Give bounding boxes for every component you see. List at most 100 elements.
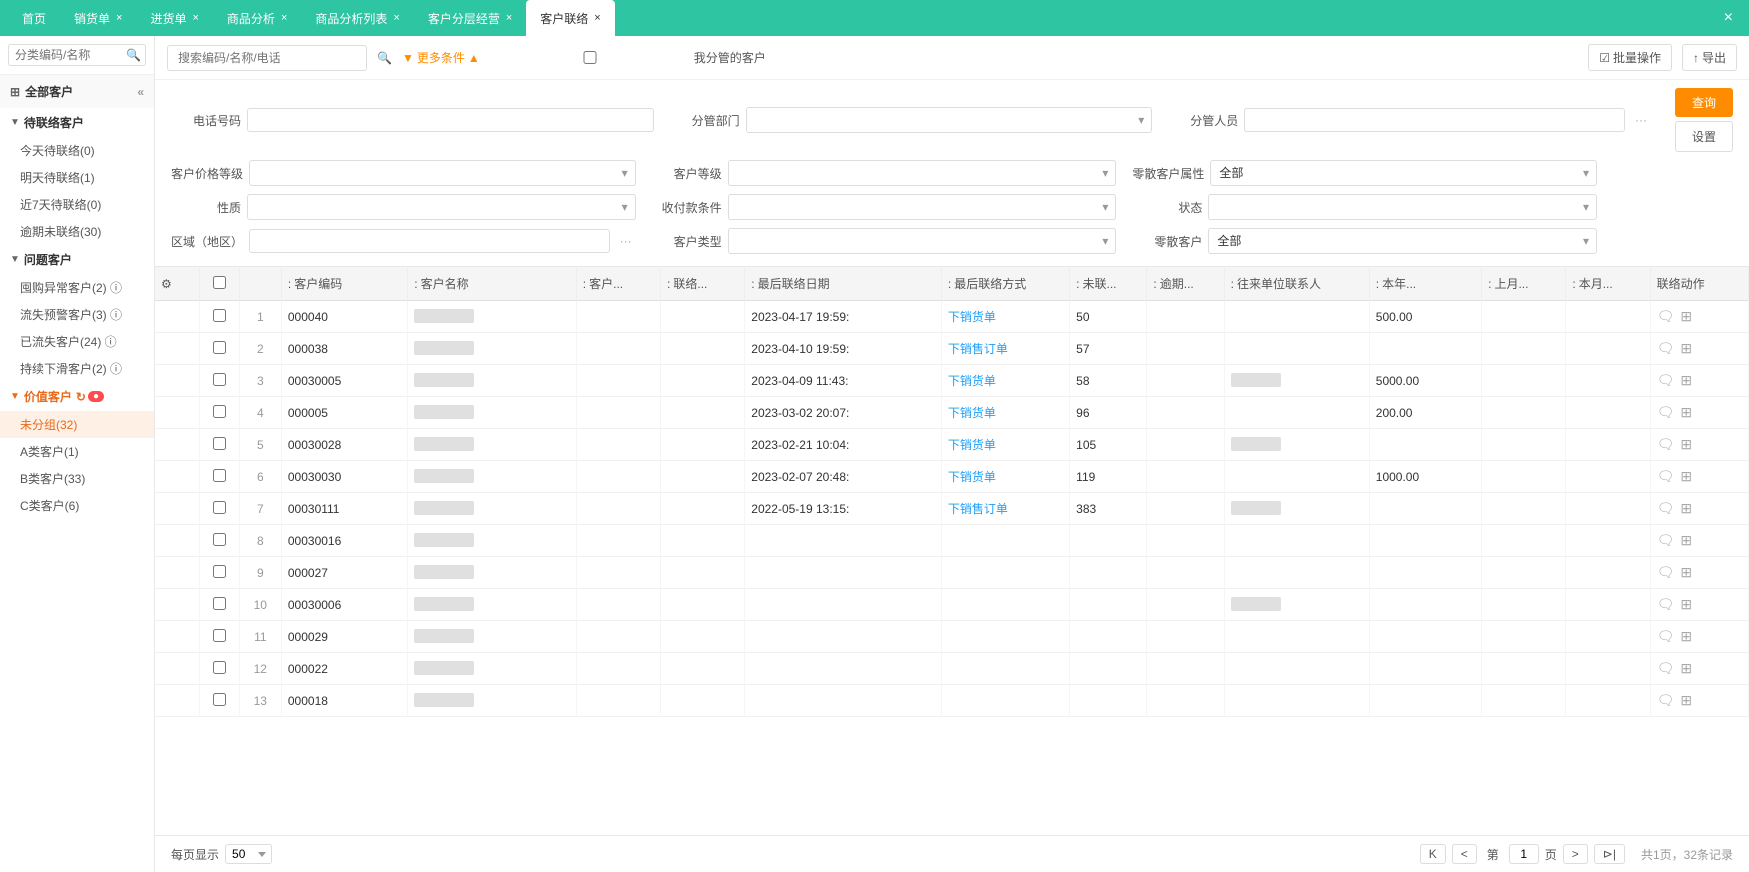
grid-action-icon[interactable]: ⊞ [1680,404,1692,421]
tab-product-analysis-list-close[interactable]: × [393,12,399,24]
tab-product-analysis-list[interactable]: 商品分析列表 × [301,0,413,36]
phone-action-icon[interactable]: 🗨 [1657,596,1675,613]
sidebar-item-a-class[interactable]: A类客户(1) [0,438,154,465]
row-checkbox[interactable] [213,341,226,354]
grid-action-icon[interactable]: ⊞ [1680,500,1692,517]
payment-select[interactable] [728,194,1117,220]
th-company-contact[interactable]: : 往来单位联系人 [1224,267,1369,301]
grid-action-icon[interactable]: ⊞ [1680,468,1692,485]
th-customer-code[interactable]: : 客户编码 [281,267,407,301]
row-checkbox[interactable] [213,309,226,322]
export-button[interactable]: ↑ 导出 [1682,44,1737,71]
phone-action-icon[interactable]: 🗨 [1657,500,1675,517]
row-checkbox[interactable] [213,501,226,514]
th-contact[interactable]: : 联络... [661,267,745,301]
phone-action-icon[interactable]: 🗨 [1657,340,1675,357]
close-all-button[interactable]: × [1716,9,1741,27]
sidebar-all-customers[interactable]: ⊞ 全部客户 « [0,75,154,108]
row-checkbox[interactable] [213,437,226,450]
retail-customer-select[interactable]: 全部 [1208,228,1597,254]
select-all-checkbox[interactable] [213,276,226,289]
refresh-icon[interactable]: ↻ [76,390,86,404]
settings-icon[interactable]: ⚙ [161,277,172,291]
grid-action-icon[interactable]: ⊞ [1680,532,1692,549]
filter-search-icon[interactable]: 🔍 [377,51,392,65]
tab-customer-tier-close[interactable]: × [506,12,512,24]
collapse-icon[interactable]: « [137,85,144,99]
page-number-input[interactable] [1509,844,1539,864]
query-button[interactable]: 查询 [1675,88,1733,117]
tab-sales[interactable]: 销货单 × [60,0,136,36]
phone-action-icon[interactable]: 🗨 [1657,404,1675,421]
nature-select[interactable] [247,194,636,220]
region-input[interactable] [249,229,610,253]
sidebar-item-tomorrow[interactable]: 明天待联络(1) [0,164,154,191]
next-page-button[interactable]: > [1563,844,1588,864]
phone-action-icon[interactable]: 🗨 [1657,468,1675,485]
phone-action-icon[interactable]: 🗨 [1657,692,1675,709]
customer-type-select[interactable] [728,228,1117,254]
phone-action-icon[interactable]: 🗨 [1657,308,1675,325]
row-checkbox[interactable] [213,565,226,578]
sidebar-group-problem[interactable]: ▼ 问题客户 [0,245,154,274]
tab-purchase-close[interactable]: × [192,12,198,24]
last-method-link[interactable]: 下销货单 [948,374,996,388]
sidebar-group-value[interactable]: ▼ 价值客户 ↻ ● [0,382,154,411]
sidebar-item-c-class[interactable]: C类客户(6) [0,492,154,519]
sidebar-item-hoard-anomaly[interactable]: 囤购异常客户(2) ⓘ [0,274,154,301]
phone-input[interactable] [247,108,654,132]
search-input[interactable] [167,45,367,71]
row-checkbox[interactable] [213,597,226,610]
tab-customer-contact[interactable]: 客户联络 × [526,0,614,36]
tab-product-analysis[interactable]: 商品分析 × [213,0,301,36]
grid-action-icon[interactable]: ⊞ [1680,596,1692,613]
sidebar-group-pending[interactable]: ▼ 待联络客户 [0,108,154,137]
phone-action-icon[interactable]: 🗨 [1657,564,1675,581]
last-page-button[interactable]: ⊳| [1594,844,1625,864]
more-conditions-button[interactable]: ▼ 更多条件 ▲ [402,49,480,66]
sidebar-item-ungroup[interactable]: 未分组(32) [0,411,154,438]
row-checkbox[interactable] [213,533,226,546]
grid-action-icon[interactable]: ⊞ [1680,692,1692,709]
th-customer-name[interactable]: : 客户名称 [408,267,577,301]
sidebar-item-7days[interactable]: 近7天待联络(0) [0,191,154,218]
tab-purchase[interactable]: 进货单 × [136,0,212,36]
th-last-contact-date[interactable]: : 最后联络日期 [745,267,942,301]
phone-action-icon[interactable]: 🗨 [1657,660,1675,677]
phone-action-icon[interactable]: 🗨 [1657,628,1675,645]
last-method-link[interactable]: 下销售订单 [948,342,1008,356]
sidebar-search-icon[interactable]: 🔍 [126,48,141,62]
th-last-month[interactable]: : 上月... [1482,267,1566,301]
my-customers-checkbox-label[interactable]: 我分管的客户 [490,49,766,66]
last-method-link[interactable]: 下销货单 [948,406,996,420]
price-level-select[interactable] [249,160,636,186]
tab-product-analysis-close[interactable]: × [281,12,287,24]
last-method-link[interactable]: 下销货单 [948,310,996,324]
grid-action-icon[interactable]: ⊞ [1680,308,1692,325]
grid-action-icon[interactable]: ⊞ [1680,340,1692,357]
customer-level-select[interactable] [728,160,1117,186]
th-this-month[interactable]: : 本月... [1566,267,1650,301]
grid-action-icon[interactable]: ⊞ [1680,372,1692,389]
tab-customer-tier[interactable]: 客户分层经营 × [414,0,526,36]
row-checkbox[interactable] [213,693,226,706]
sidebar-item-lost[interactable]: 已流失客户(24) ⓘ [0,328,154,355]
grid-action-icon[interactable]: ⊞ [1680,564,1692,581]
row-checkbox[interactable] [213,661,226,674]
retail-attr-select[interactable]: 全部 [1210,160,1597,186]
sidebar-item-b-class[interactable]: B类客户(33) [0,465,154,492]
last-method-link[interactable]: 下销货单 [948,438,996,452]
phone-action-icon[interactable]: 🗨 [1657,532,1675,549]
phone-action-icon[interactable]: 🗨 [1657,436,1675,453]
batch-operation-button[interactable]: ☑ 批量操作 [1588,44,1672,71]
sidebar-item-declining[interactable]: 持续下滑客户(2) ⓘ [0,355,154,382]
th-this-year[interactable]: : 本年... [1369,267,1481,301]
my-customers-checkbox[interactable] [490,51,690,64]
sidebar-item-loss-warning[interactable]: 流失预警客户(3) ⓘ [0,301,154,328]
status-select[interactable] [1208,194,1597,220]
row-checkbox[interactable] [213,629,226,642]
tab-customer-contact-close[interactable]: × [594,12,600,24]
grid-action-icon[interactable]: ⊞ [1680,628,1692,645]
person-more-icon[interactable]: ··· [1631,113,1651,127]
tab-sales-close[interactable]: × [116,12,122,24]
